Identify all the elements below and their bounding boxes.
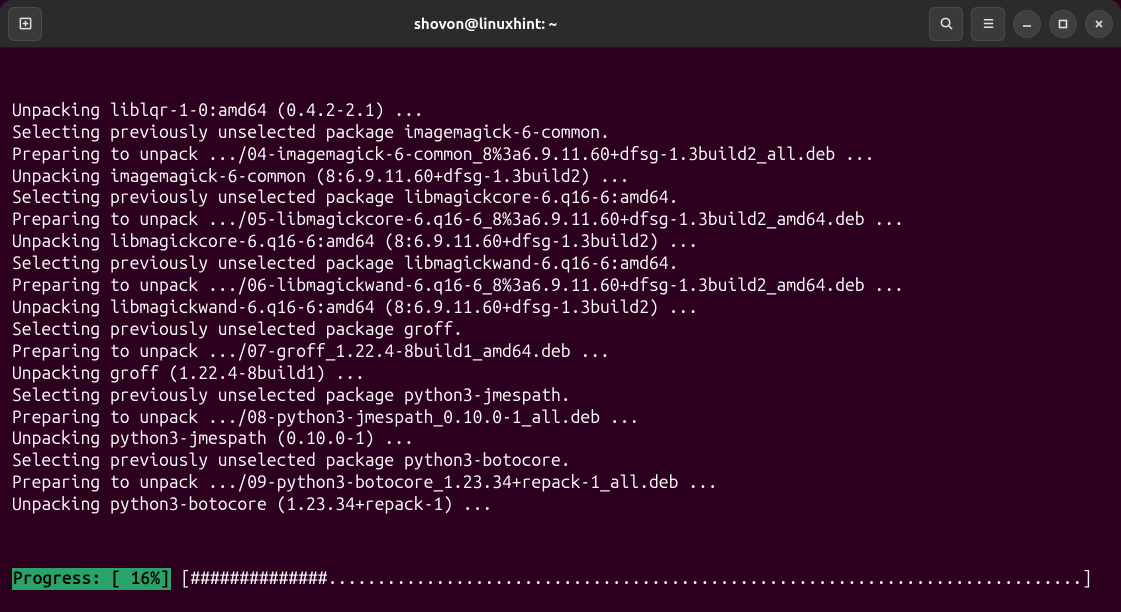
terminal-line: Selecting previously unselected package …: [12, 319, 1109, 341]
terminal-line: Unpacking libmagickwand-6.q16-6:amd64 (8…: [12, 297, 1109, 319]
terminal-line: Selecting previously unselected package …: [12, 450, 1109, 472]
progress-label: Progress: [ 16%]: [12, 568, 171, 590]
terminal-line: Selecting previously unselected package …: [12, 187, 1109, 209]
terminal-line: Unpacking python3-botocore (1.23.34+repa…: [12, 494, 1109, 516]
terminal-line: Preparing to unpack .../09-python3-botoc…: [12, 472, 1109, 494]
maximize-icon: [1057, 18, 1069, 30]
minimize-button[interactable]: [1013, 10, 1041, 38]
terminal-line: Unpacking libmagickcore-6.q16-6:amd64 (8…: [12, 231, 1109, 253]
apt-progress-row: Progress: [ 16%] [##############........…: [12, 568, 1109, 590]
terminal-line: Unpacking imagemagick-6-common (8:6.9.11…: [12, 166, 1109, 188]
menu-button[interactable]: [971, 7, 1005, 41]
progress-bar: [##############.........................…: [171, 568, 1102, 590]
new-tab-icon: [18, 16, 33, 31]
terminal-line: Preparing to unpack .../05-libmagickcore…: [12, 209, 1109, 231]
terminal-line: Unpacking groff (1.22.4-8build1) ...: [12, 363, 1109, 385]
titlebar: shovon@linuxhint: ~: [0, 0, 1121, 48]
new-tab-button[interactable]: [8, 7, 42, 41]
terminal-line: Selecting previously unselected package …: [12, 385, 1109, 407]
close-button[interactable]: [1085, 10, 1113, 38]
terminal-line: Selecting previously unselected package …: [12, 122, 1109, 144]
close-icon: [1093, 18, 1105, 30]
terminal-line: Preparing to unpack .../07-groff_1.22.4-…: [12, 341, 1109, 363]
terminal-line: Unpacking python3-jmespath (0.10.0-1) ..…: [12, 428, 1109, 450]
terminal-output[interactable]: Unpacking liblqr-1-0:amd64 (0.4.2-2.1) .…: [0, 48, 1121, 612]
terminal-line: Preparing to unpack .../06-libmagickwand…: [12, 275, 1109, 297]
terminal-line: Preparing to unpack .../04-imagemagick-6…: [12, 144, 1109, 166]
search-button[interactable]: [929, 7, 963, 41]
search-icon: [939, 16, 954, 31]
minimize-icon: [1021, 18, 1033, 30]
terminal-line: Selecting previously unselected package …: [12, 253, 1109, 275]
maximize-button[interactable]: [1049, 10, 1077, 38]
window-title: shovon@linuxhint: ~: [42, 15, 929, 32]
terminal-line: Unpacking liblqr-1-0:amd64 (0.4.2-2.1) .…: [12, 100, 1109, 122]
hamburger-icon: [981, 16, 996, 31]
terminal-line: Preparing to unpack .../08-python3-jmesp…: [12, 407, 1109, 429]
